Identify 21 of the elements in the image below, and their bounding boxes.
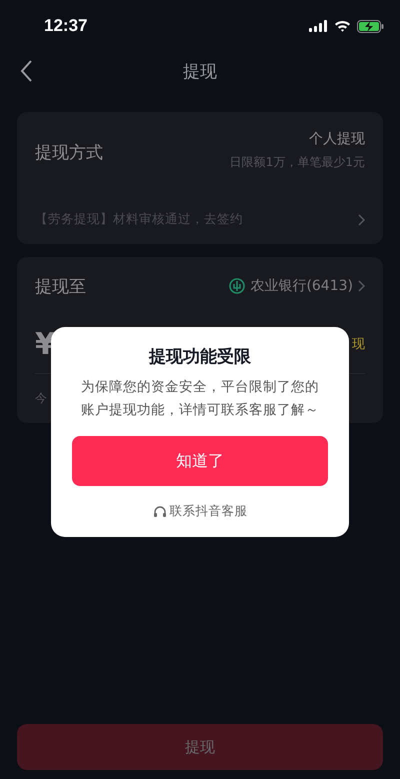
headset-icon[interactable] bbox=[152, 504, 166, 518]
bank-logo-icon bbox=[229, 278, 246, 294]
status-time: 12:37 bbox=[44, 16, 88, 36]
back-icon[interactable] bbox=[20, 60, 32, 82]
page-title: 提现 bbox=[183, 60, 217, 82]
withdraw-all-link[interactable]: 现 bbox=[352, 335, 365, 353]
bank-account[interactable]: 农业银行(6413) bbox=[250, 277, 353, 295]
limit-text: 日限额1万，单笔最少1元 bbox=[230, 154, 365, 171]
chevron-right-icon[interactable] bbox=[358, 214, 365, 226]
chevron-right-icon[interactable] bbox=[358, 280, 365, 292]
contact-support-link[interactable]: 联系抖音客服 bbox=[170, 503, 248, 520]
confirm-button[interactable]: 知道了 bbox=[72, 436, 328, 486]
method-type: 个人提现 bbox=[309, 130, 365, 148]
method-label: 提现方式 bbox=[35, 142, 103, 165]
battery-charging-icon bbox=[357, 20, 384, 32]
dialog-title: 提现功能受限 bbox=[149, 346, 251, 368]
wifi-icon bbox=[334, 20, 351, 32]
target-label: 提现至 bbox=[35, 276, 86, 298]
limit-note: 今 bbox=[35, 390, 47, 406]
dialog-message: 为保障您的资金安全，平台限制了您的账户提现功能，详情可联系客服了解～ bbox=[80, 378, 320, 420]
signal-icon bbox=[309, 20, 328, 32]
